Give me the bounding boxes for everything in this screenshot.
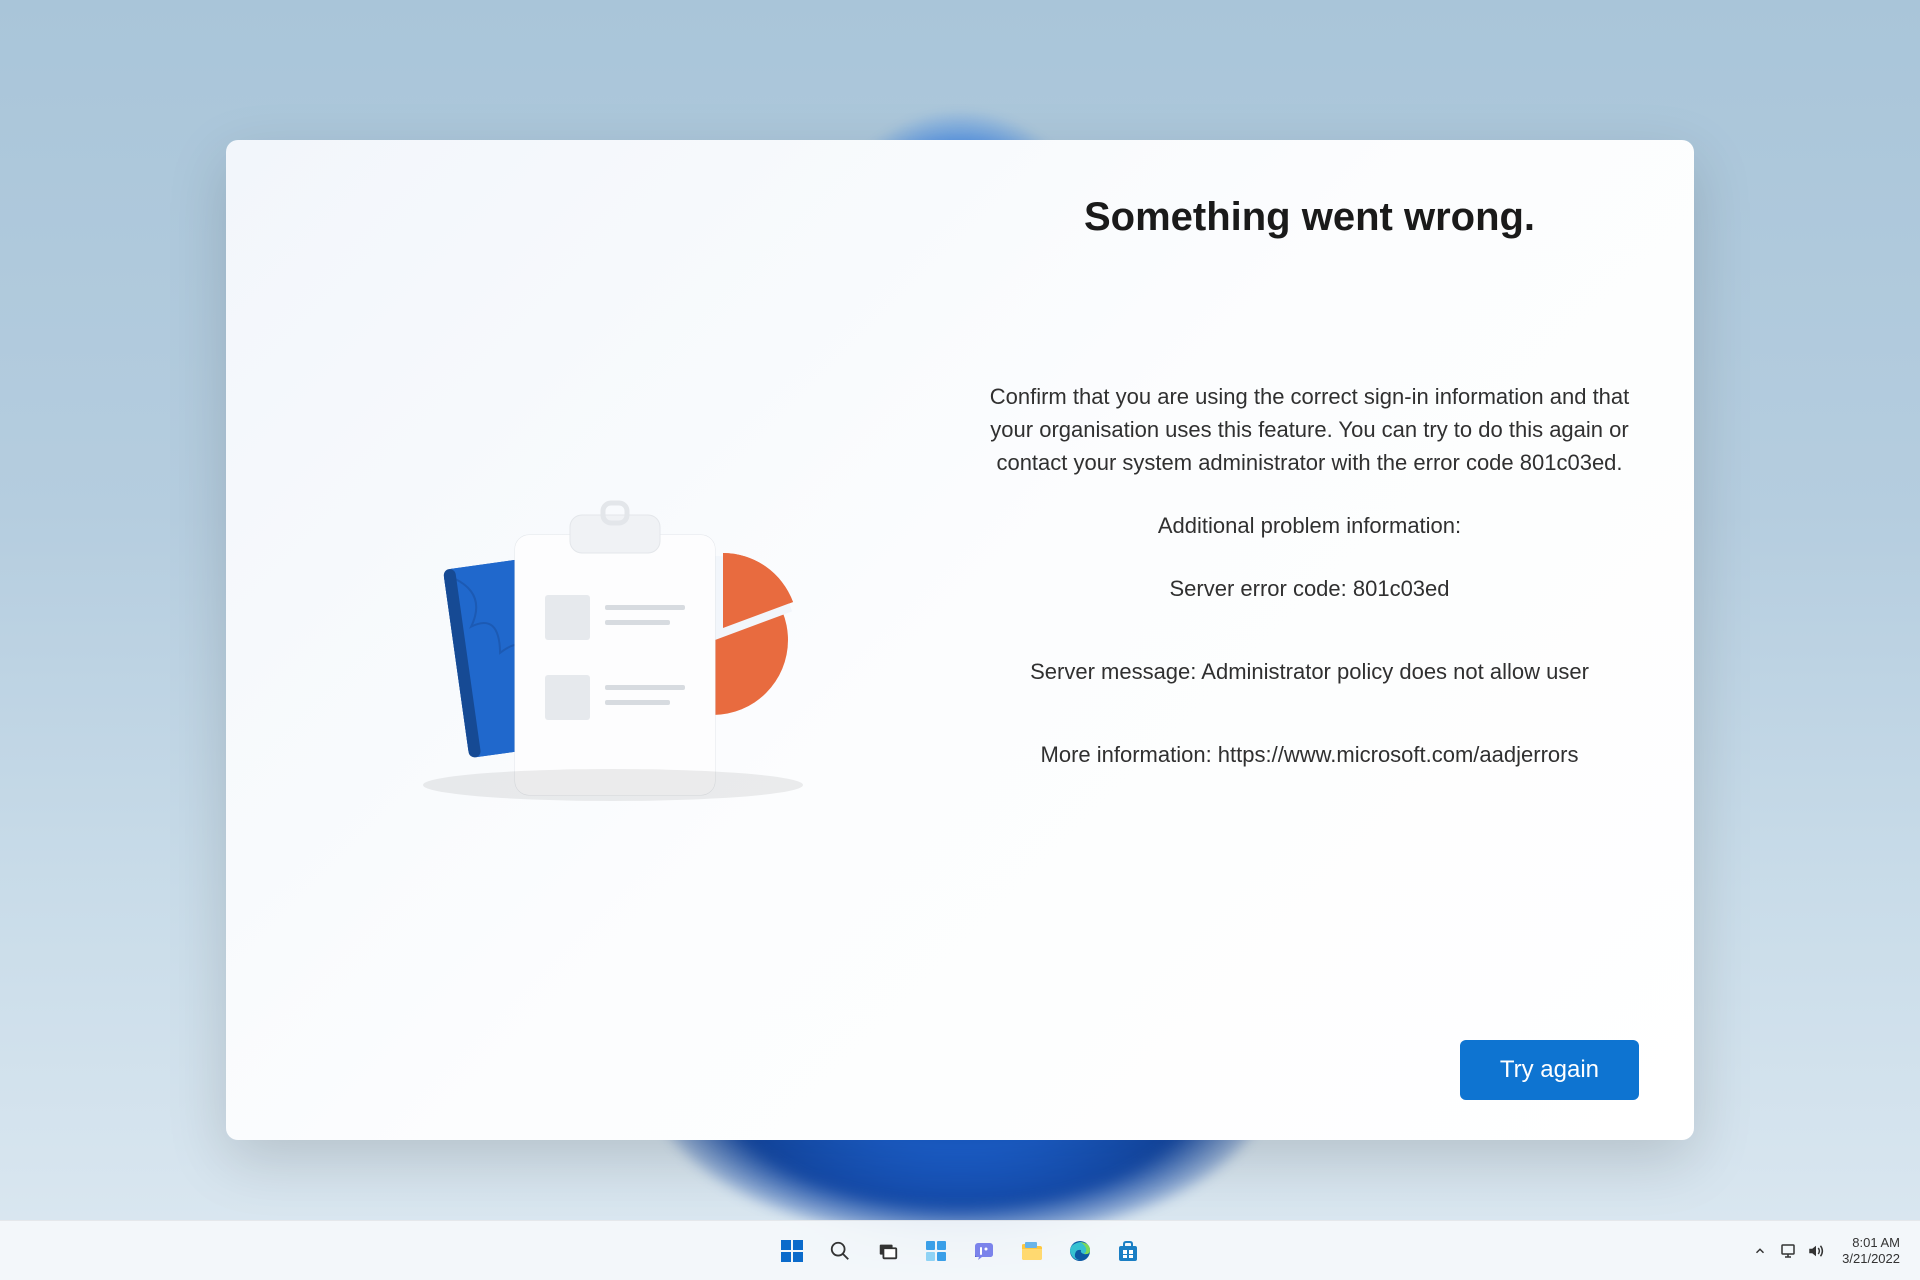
- error-server-code: Server error code: 801c03ed: [980, 572, 1639, 605]
- tray-overflow-icon[interactable]: [1750, 1241, 1770, 1261]
- taskbar-system-tray: 8:01 AM 3/21/2022: [1750, 1231, 1908, 1270]
- error-dialog: Something went wrong. Confirm that you a…: [226, 140, 1694, 1140]
- illustration-icon: [343, 440, 843, 840]
- error-server-message: Server message: Administrator policy doe…: [980, 655, 1639, 688]
- network-icon[interactable]: [1778, 1241, 1798, 1261]
- clock-time: 8:01 AM: [1842, 1235, 1900, 1251]
- task-view-button[interactable]: [868, 1231, 908, 1271]
- store-button[interactable]: [1108, 1231, 1148, 1271]
- error-more-info: More information: https://www.microsoft.…: [980, 738, 1639, 771]
- taskbar: 8:01 AM 3/21/2022: [0, 1220, 1920, 1280]
- system-clock[interactable]: 8:01 AM 3/21/2022: [1834, 1231, 1908, 1270]
- file-explorer-button[interactable]: [1012, 1231, 1052, 1271]
- edge-button[interactable]: [1060, 1231, 1100, 1271]
- search-button[interactable]: [820, 1231, 860, 1271]
- error-title: Something went wrong.: [980, 195, 1639, 240]
- error-additional-label: Additional problem information:: [980, 509, 1639, 542]
- chat-button[interactable]: [964, 1231, 1004, 1271]
- taskbar-center: [772, 1231, 1148, 1271]
- dialog-content-pane: Something went wrong. Confirm that you a…: [960, 140, 1694, 1140]
- clock-date: 3/21/2022: [1842, 1251, 1900, 1267]
- volume-icon[interactable]: [1806, 1241, 1826, 1261]
- widgets-button[interactable]: [916, 1231, 956, 1271]
- error-body: Confirm that you are using the correct s…: [980, 380, 1639, 801]
- start-button[interactable]: [772, 1231, 812, 1271]
- dialog-illustration-pane: [226, 140, 960, 1140]
- try-again-button[interactable]: Try again: [1460, 1040, 1639, 1100]
- error-main-text: Confirm that you are using the correct s…: [980, 380, 1639, 479]
